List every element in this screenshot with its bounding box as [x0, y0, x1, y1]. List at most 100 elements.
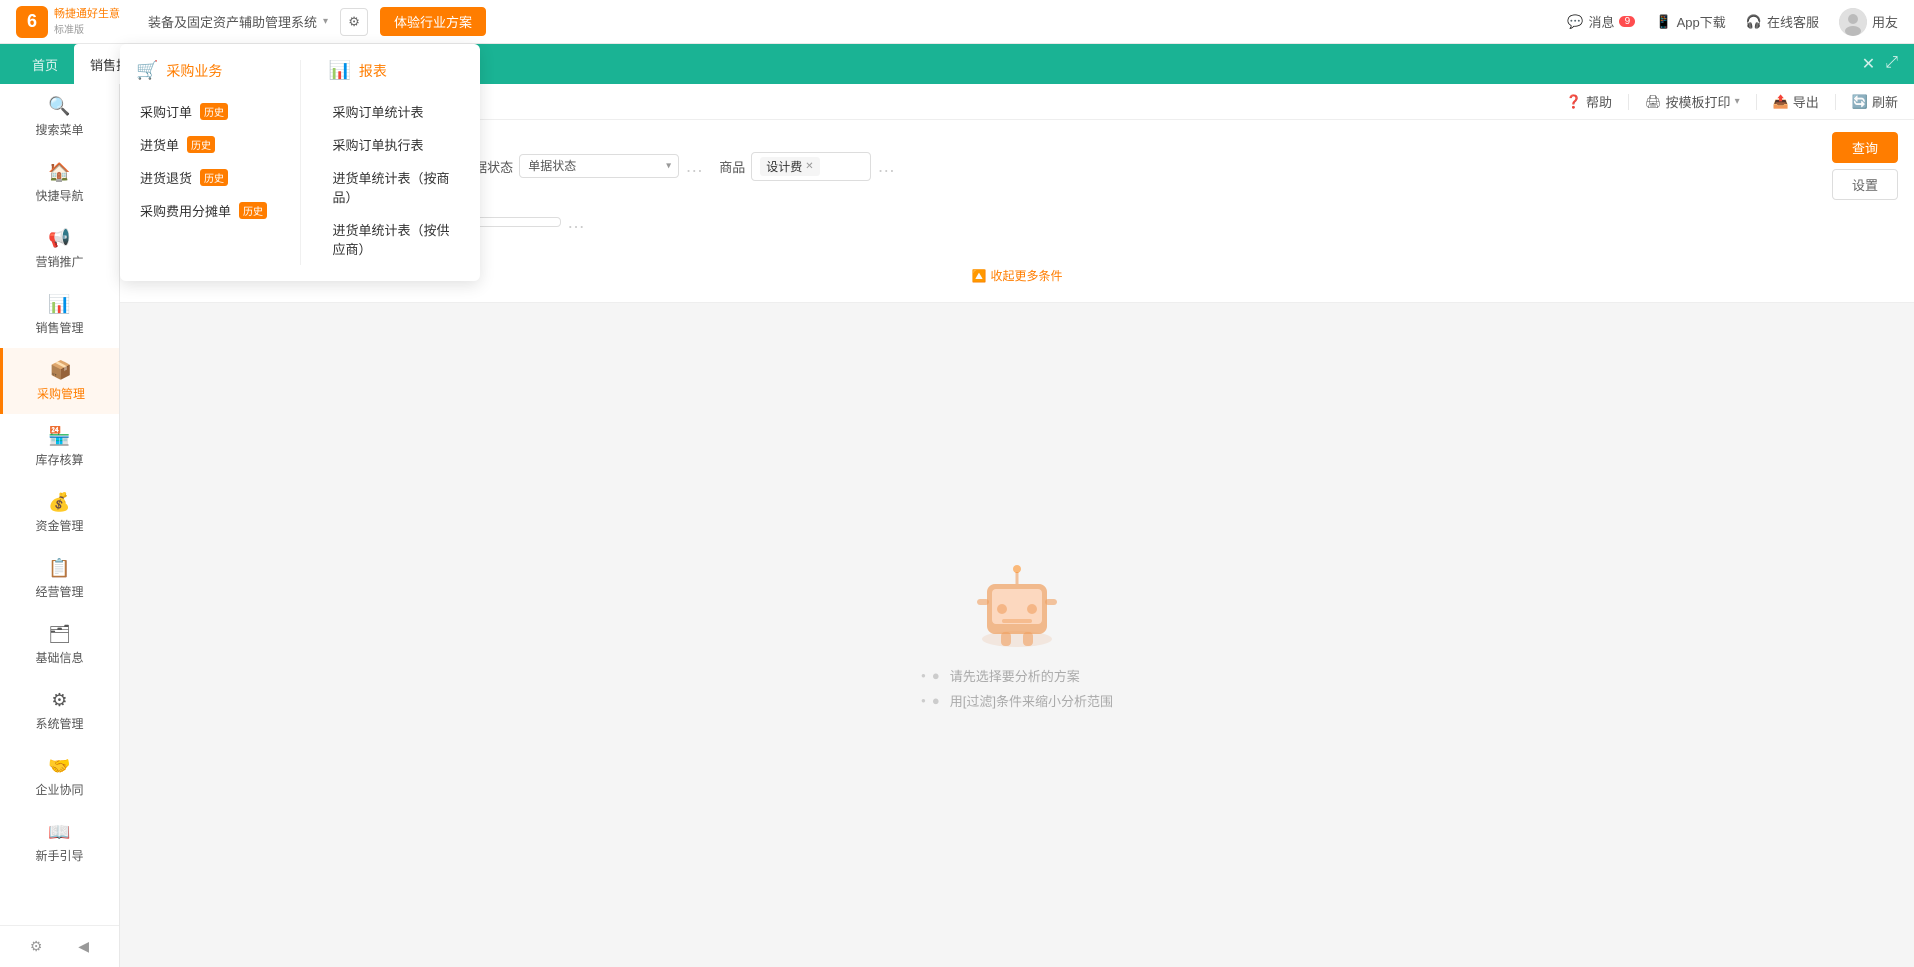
refresh-button[interactable]: 🔄 刷新 [1852, 92, 1898, 111]
toolbar-sep2 [1756, 94, 1757, 110]
tip2-text: 用[过滤]条件来缩小分析范围 [950, 691, 1113, 710]
doc-status-more-icon[interactable]: … [685, 156, 703, 177]
report-section-title: 报表 [359, 61, 387, 81]
system-dropdown-icon[interactable]: ▾ [323, 16, 328, 27]
empty-svg [957, 554, 1077, 654]
tabbar-right: ✕ ⤢ [1862, 54, 1898, 74]
set-button[interactable]: 设置 [1832, 169, 1898, 200]
purchase-order-stat-label: 采购订单统计表 [333, 102, 424, 121]
toolbar-sep3 [1835, 94, 1836, 110]
sidebar-item-operations-label: 经营管理 [35, 583, 83, 600]
doc-status-select[interactable]: 单据状态 [519, 154, 679, 178]
user-item[interactable]: 用友 [1839, 8, 1898, 36]
menu-item-receipt-stat-supplier[interactable]: 进货单统计表（按供应商） [329, 213, 465, 265]
sidebar-collapse-btn[interactable]: ◀ [78, 938, 89, 955]
sidebar-item-sales-label: 销售管理 [35, 319, 83, 336]
sidebar-item-guide[interactable]: 📖 新手引导 [0, 810, 119, 876]
empty-tips-list: ● 请先选择要分析的方案 ● 用[过滤]条件来缩小分析范围 [921, 666, 1113, 716]
help-button[interactable]: ❓ 帮助 [1566, 92, 1612, 111]
tip1-bullet: ● [932, 668, 940, 683]
headset-icon: 🎧 [1746, 14, 1762, 30]
sidebar-item-basic-label: 基础信息 [35, 649, 83, 666]
menu-item-receipt-stat-goods[interactable]: 进货单统计表（按商品） [329, 161, 465, 213]
refresh-icon: 🔄 [1852, 94, 1868, 110]
industry-button[interactable]: 体验行业方案 [380, 7, 486, 36]
help-icon: ❓ [1566, 94, 1582, 110]
tip2-bullet: ● [932, 693, 940, 708]
purchase-return-label: 进货退货 [140, 168, 192, 187]
sidebar-item-operations[interactable]: 📋 经营管理 [0, 546, 119, 612]
goods-tag-close[interactable]: ✕ [805, 161, 813, 172]
menu-item-purchase-return[interactable]: 进货退货 历史 [136, 161, 272, 194]
sidebar-item-purchase-label: 采购管理 [37, 385, 85, 402]
sidebar-item-cooperation[interactable]: 🤝 企业协同 [0, 744, 119, 810]
message-label: 消息 [1588, 12, 1614, 31]
purchase-section-title: 采购业务 [166, 61, 222, 81]
message-item[interactable]: 💬 消息 9 [1567, 12, 1635, 31]
empty-tip-2: ● 用[过滤]条件来缩小分析范围 [921, 691, 1113, 710]
sidebar-item-inventory[interactable]: 🏪 库存核算 [0, 414, 119, 480]
sidebar-item-purchase[interactable]: 📦 采购管理 [0, 348, 119, 414]
tabbar-expand-icon[interactable]: ⤢ [1885, 54, 1898, 74]
menu-item-purchase-receipt[interactable]: 进货单 历史 [136, 128, 272, 161]
sidebar-item-basic[interactable]: 🗂 基础信息 [0, 612, 119, 678]
message-icon: 💬 [1567, 14, 1583, 30]
menu-divider [300, 60, 301, 265]
gear-button[interactable]: ⚙ [340, 8, 368, 36]
purchase-receipt-label: 进货单 [140, 135, 179, 154]
collapse-up-icon: 🔼 [972, 269, 987, 283]
sidebar-item-guide-label: 新手引导 [35, 847, 83, 864]
logo-text-area: 畅捷通好生意 标准版 [54, 7, 120, 36]
sidebar-item-search-label: 搜索菜单 [35, 121, 83, 138]
service-item[interactable]: 🎧 在线客服 [1746, 12, 1819, 31]
user-avatar [1839, 8, 1867, 36]
print-button[interactable]: 🖨 按模板打印 ▾ [1645, 92, 1740, 111]
receipt-stat-goods-label: 进货单统计表（按商品） [333, 168, 461, 206]
empty-illustration [957, 554, 1077, 654]
topbar-right: 💬 消息 9 📱 App下载 🎧 在线客服 用友 [1567, 8, 1898, 36]
purchase-expense-hist: 历史 [239, 202, 267, 219]
logo-subtitle: 标准版 [54, 21, 120, 36]
toolbar-sep1 [1628, 94, 1629, 110]
sidebar-item-sales[interactable]: 📊 销售管理 [0, 282, 119, 348]
collapse-button[interactable]: 🔼 收起更多条件 [966, 261, 1069, 290]
tabbar-close-icon[interactable]: ✕ [1862, 54, 1875, 74]
sidebar-settings-btn[interactable]: ⚙ [30, 938, 43, 955]
sidebar-item-inventory-label: 库存核算 [35, 451, 83, 468]
query-button[interactable]: 查询 [1832, 132, 1898, 163]
salesman-more-icon[interactable]: … [567, 212, 585, 233]
menu-item-purchase-order-exec[interactable]: 采购订单执行表 [329, 128, 465, 161]
sidebar-item-marketing[interactable]: 📢 营销推广 [0, 216, 119, 282]
goods-tag-filter[interactable]: 设计费 ✕ [751, 152, 871, 181]
basic-icon: 🗂 [48, 624, 71, 645]
topbar: 6 畅捷通好生意 标准版 装备及固定资产辅助管理系统 ▾ ⚙ 体验行业方案 💬 … [0, 0, 1914, 44]
menu-item-purchase-order[interactable]: 采购订单 历史 [136, 95, 272, 128]
menu-item-purchase-expense[interactable]: 采购费用分摊单 历史 [136, 194, 272, 227]
cooperation-icon: 🤝 [48, 756, 70, 777]
sidebar-item-finance[interactable]: 💰 资金管理 [0, 480, 119, 546]
export-button[interactable]: 📤 导出 [1773, 92, 1819, 111]
menu-section-purchase-header: 🛒 采购业务 [136, 60, 272, 81]
app-download-item[interactable]: 📱 App下载 [1655, 12, 1725, 31]
operations-icon: 📋 [48, 558, 70, 579]
sidebar: 🔍 搜索菜单 🏠 快捷导航 📢 营销推广 📊 销售管理 📦 采购管理 🏪 库存核… [0, 84, 120, 967]
sidebar-item-quicknav-label: 快捷导航 [35, 187, 83, 204]
empty-state: ● 请先选择要分析的方案 ● 用[过滤]条件来缩小分析范围 [120, 303, 1914, 967]
tab-home[interactable]: 首页 [16, 44, 74, 84]
sidebar-item-system-label: 系统管理 [35, 715, 83, 732]
purchase-order-exec-label: 采购订单执行表 [333, 135, 424, 154]
sidebar-item-finance-label: 资金管理 [35, 517, 83, 534]
main-layout: 🔍 搜索菜单 🏠 快捷导航 📢 营销推广 📊 销售管理 📦 采购管理 🏪 库存核… [0, 84, 1914, 967]
doc-status-filter-group: 单据状态 单据状态 … [461, 154, 703, 178]
menu-item-purchase-order-stat[interactable]: 采购订单统计表 [329, 95, 465, 128]
doc-status-select-wrapper: 单据状态 [519, 154, 679, 178]
sidebar-item-quicknav[interactable]: 🏠 快捷导航 [0, 150, 119, 216]
receipt-stat-supplier-label: 进货单统计表（按供应商） [333, 220, 461, 258]
sidebar-bottom: ⚙ ◀ [0, 925, 119, 967]
print-label: 按模板打印 [1666, 92, 1731, 111]
finance-icon: 💰 [48, 492, 70, 513]
sidebar-item-system[interactable]: ⚙ 系统管理 [0, 678, 119, 744]
sidebar-item-search[interactable]: 🔍 搜索菜单 [0, 84, 119, 150]
goods-more-icon[interactable]: … [877, 156, 895, 177]
print-icon: 🖨 [1645, 94, 1662, 110]
